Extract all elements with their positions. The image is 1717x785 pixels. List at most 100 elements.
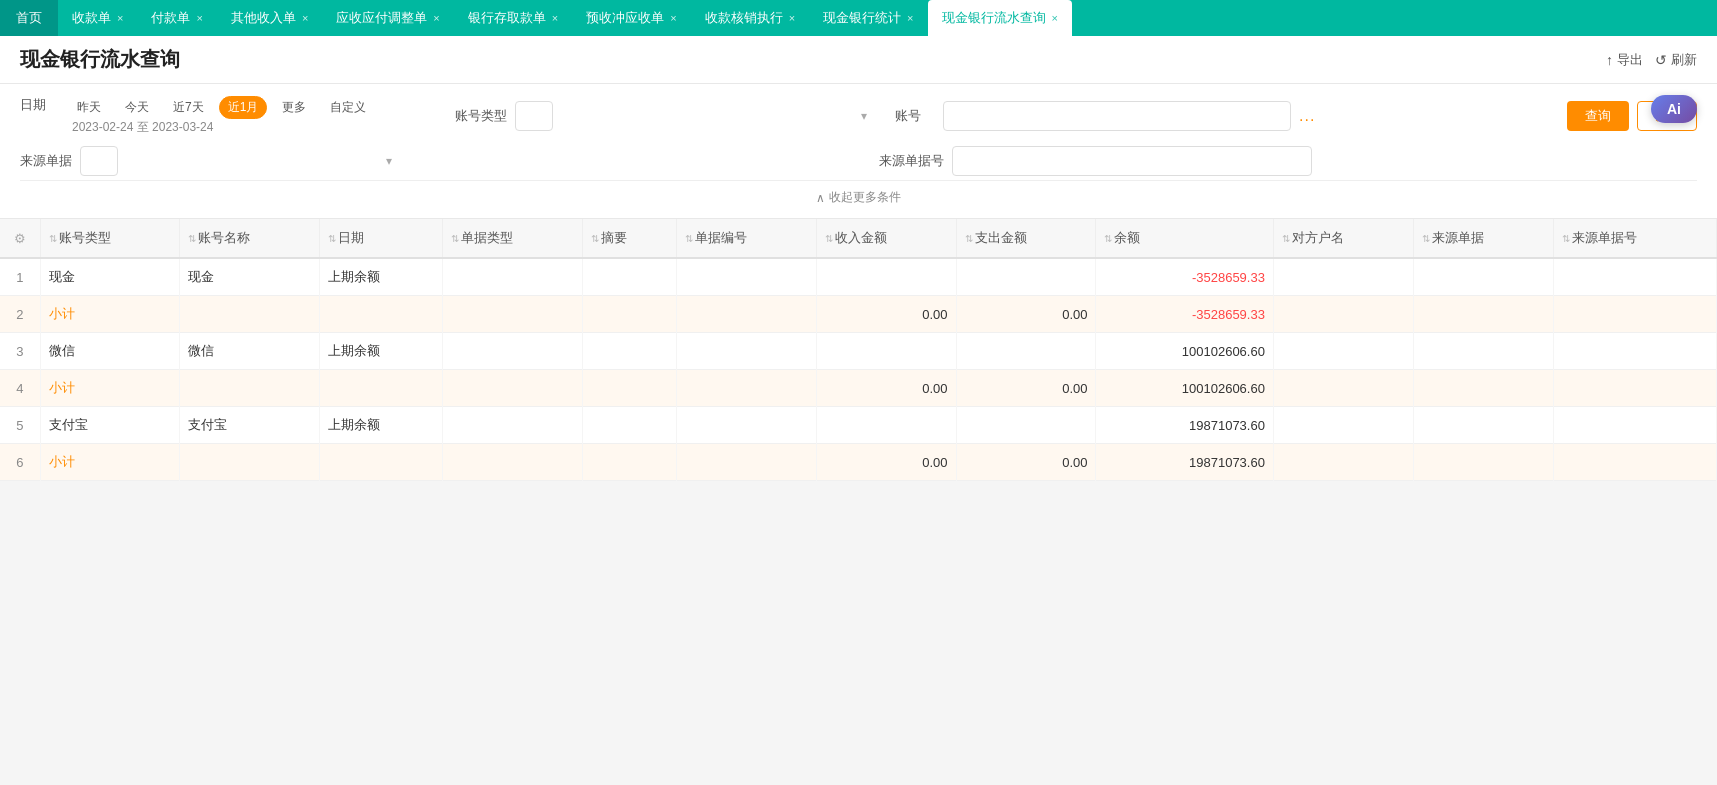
nav-tab-收款单[interactable]: 收款单× bbox=[58, 0, 137, 36]
table-cell: 上期余额 bbox=[320, 258, 442, 296]
source-doc-no-group: 来源单据号 bbox=[879, 146, 1698, 176]
data-table: ⚙ ⇅账号类型 ⇅账号名称 ⇅日期 ⇅单据类型 ⇅摘要 ⇅单据编号 ⇅收入金额 … bbox=[0, 219, 1717, 481]
table-cell bbox=[816, 333, 956, 370]
table-cell bbox=[582, 258, 676, 296]
col-source-doc[interactable]: ⇅来源单据 bbox=[1413, 219, 1553, 258]
table-cell bbox=[180, 370, 320, 407]
col-balance[interactable]: ⇅余额 bbox=[1096, 219, 1273, 258]
nav-tab-现金银行统计[interactable]: 现金银行统计× bbox=[809, 0, 927, 36]
table-header-row: ⚙ ⇅账号类型 ⇅账号名称 ⇅日期 ⇅单据类型 ⇅摘要 ⇅单据编号 ⇅收入金额 … bbox=[0, 219, 1717, 258]
table-row: 5支付宝支付宝上期余额19871073.60 bbox=[0, 407, 1717, 444]
date-option-近7天[interactable]: 近7天 bbox=[164, 96, 213, 119]
table-cell bbox=[442, 258, 582, 296]
table-cell: 微信 bbox=[40, 333, 180, 370]
nav-tab-现金银行流水查询[interactable]: 现金银行流水查询× bbox=[928, 0, 1072, 36]
table-cell bbox=[956, 258, 1096, 296]
tab-close-icon[interactable]: × bbox=[552, 12, 558, 24]
source-doc-no-input[interactable] bbox=[952, 146, 1312, 176]
table-cell bbox=[1273, 296, 1413, 333]
source-doc-group: 来源单据 bbox=[20, 146, 839, 176]
col-counterpart[interactable]: ⇅对方户名 bbox=[1273, 219, 1413, 258]
col-doc-no[interactable]: ⇅单据编号 bbox=[676, 219, 816, 258]
account-input[interactable] bbox=[943, 101, 1291, 131]
table-cell bbox=[676, 444, 816, 481]
tab-close-icon[interactable]: × bbox=[789, 12, 795, 24]
table-cell: 0.00 bbox=[956, 370, 1096, 407]
table-cell: 上期余额 bbox=[320, 407, 442, 444]
table-cell bbox=[1413, 407, 1553, 444]
table-cell: 现金 bbox=[180, 258, 320, 296]
tab-close-icon[interactable]: × bbox=[117, 12, 123, 24]
tab-close-icon[interactable]: × bbox=[433, 12, 439, 24]
table-cell bbox=[1553, 296, 1716, 333]
table-cell bbox=[1553, 370, 1716, 407]
nav-home[interactable]: 首页 bbox=[0, 0, 58, 36]
date-option-昨天[interactable]: 昨天 bbox=[68, 96, 110, 119]
table-cell bbox=[582, 370, 676, 407]
table-cell: 4 bbox=[0, 370, 40, 407]
ai-button[interactable]: Ai bbox=[1651, 95, 1697, 123]
date-option-自定义[interactable]: 自定义 bbox=[321, 96, 375, 119]
nav-tab-其他收入单[interactable]: 其他收入单× bbox=[217, 0, 322, 36]
col-settings[interactable]: ⚙ bbox=[0, 219, 40, 258]
table-cell: 5 bbox=[0, 407, 40, 444]
settings-icon: ⚙ bbox=[14, 231, 26, 246]
filter-row-1: 日期 昨天今天近7天近1月更多自定义 2023-02-24 至 2023-03-… bbox=[20, 96, 1697, 136]
col-account-name[interactable]: ⇅账号名称 bbox=[180, 219, 320, 258]
data-table-container: ⚙ ⇅账号类型 ⇅账号名称 ⇅日期 ⇅单据类型 ⇅摘要 ⇅单据编号 ⇅收入金额 … bbox=[0, 219, 1717, 481]
table-cell: 0.00 bbox=[816, 296, 956, 333]
source-doc-select[interactable] bbox=[80, 146, 118, 176]
tab-close-icon[interactable]: × bbox=[196, 12, 202, 24]
col-date[interactable]: ⇅日期 bbox=[320, 219, 442, 258]
table-cell: 现金 bbox=[40, 258, 180, 296]
col-summary[interactable]: ⇅摘要 bbox=[582, 219, 676, 258]
col-doc-type[interactable]: ⇅单据类型 bbox=[442, 219, 582, 258]
table-cell bbox=[816, 407, 956, 444]
table-cell bbox=[1273, 407, 1413, 444]
date-range-display: 2023-02-24 至 2023-03-24 bbox=[72, 119, 375, 136]
top-navigation: 首页 收款单×付款单×其他收入单×应收应付调整单×银行存取款单×预收冲应收单×收… bbox=[0, 0, 1717, 36]
table-cell bbox=[442, 444, 582, 481]
table-cell bbox=[676, 333, 816, 370]
account-type-select[interactable] bbox=[515, 101, 553, 131]
table-cell: 小计 bbox=[40, 296, 180, 333]
table-row: 2小计0.000.00-3528659.33 bbox=[0, 296, 1717, 333]
table-row: 6小计0.000.0019871073.60 bbox=[0, 444, 1717, 481]
col-account-type[interactable]: ⇅账号类型 bbox=[40, 219, 180, 258]
table-cell: 19871073.60 bbox=[1096, 407, 1273, 444]
nav-tab-银行存取款单[interactable]: 银行存取款单× bbox=[454, 0, 572, 36]
date-option-更多[interactable]: 更多 bbox=[273, 96, 315, 119]
account-dots-button[interactable]: ... bbox=[1299, 107, 1315, 125]
account-label: 账号 bbox=[895, 107, 935, 125]
table-cell bbox=[676, 258, 816, 296]
col-expense[interactable]: ⇅支出金额 bbox=[956, 219, 1096, 258]
collapse-button[interactable]: ∧ 收起更多条件 bbox=[20, 185, 1697, 210]
table-cell: 0.00 bbox=[816, 444, 956, 481]
refresh-button[interactable]: ↺ 刷新 bbox=[1655, 51, 1697, 69]
export-button[interactable]: ↑ 导出 bbox=[1606, 51, 1643, 69]
table-cell: 小计 bbox=[40, 370, 180, 407]
tab-close-icon[interactable]: × bbox=[302, 12, 308, 24]
table-cell bbox=[442, 407, 582, 444]
table-cell bbox=[1413, 296, 1553, 333]
table-cell: 1 bbox=[0, 258, 40, 296]
nav-tab-付款单[interactable]: 付款单× bbox=[137, 0, 216, 36]
col-source-doc-no[interactable]: ⇅来源单据号 bbox=[1553, 219, 1716, 258]
table-row: 4小计0.000.00100102606.60 bbox=[0, 370, 1717, 407]
query-button[interactable]: 查询 bbox=[1567, 101, 1629, 131]
nav-tab-预收冲应收单[interactable]: 预收冲应收单× bbox=[572, 0, 690, 36]
date-options: 昨天今天近7天近1月更多自定义 bbox=[68, 96, 375, 119]
table-cell bbox=[956, 407, 1096, 444]
col-income[interactable]: ⇅收入金额 bbox=[816, 219, 956, 258]
source-doc-label: 来源单据 bbox=[20, 152, 72, 170]
nav-tab-收款核销执行[interactable]: 收款核销执行× bbox=[691, 0, 809, 36]
table-cell bbox=[1553, 258, 1716, 296]
table-cell: 100102606.60 bbox=[1096, 370, 1273, 407]
table-cell: 小计 bbox=[40, 444, 180, 481]
tab-close-icon[interactable]: × bbox=[670, 12, 676, 24]
tab-close-icon[interactable]: × bbox=[1052, 12, 1058, 24]
tab-close-icon[interactable]: × bbox=[907, 12, 913, 24]
date-option-近1月[interactable]: 近1月 bbox=[219, 96, 268, 119]
date-option-今天[interactable]: 今天 bbox=[116, 96, 158, 119]
nav-tab-应收应付调整单[interactable]: 应收应付调整单× bbox=[322, 0, 453, 36]
